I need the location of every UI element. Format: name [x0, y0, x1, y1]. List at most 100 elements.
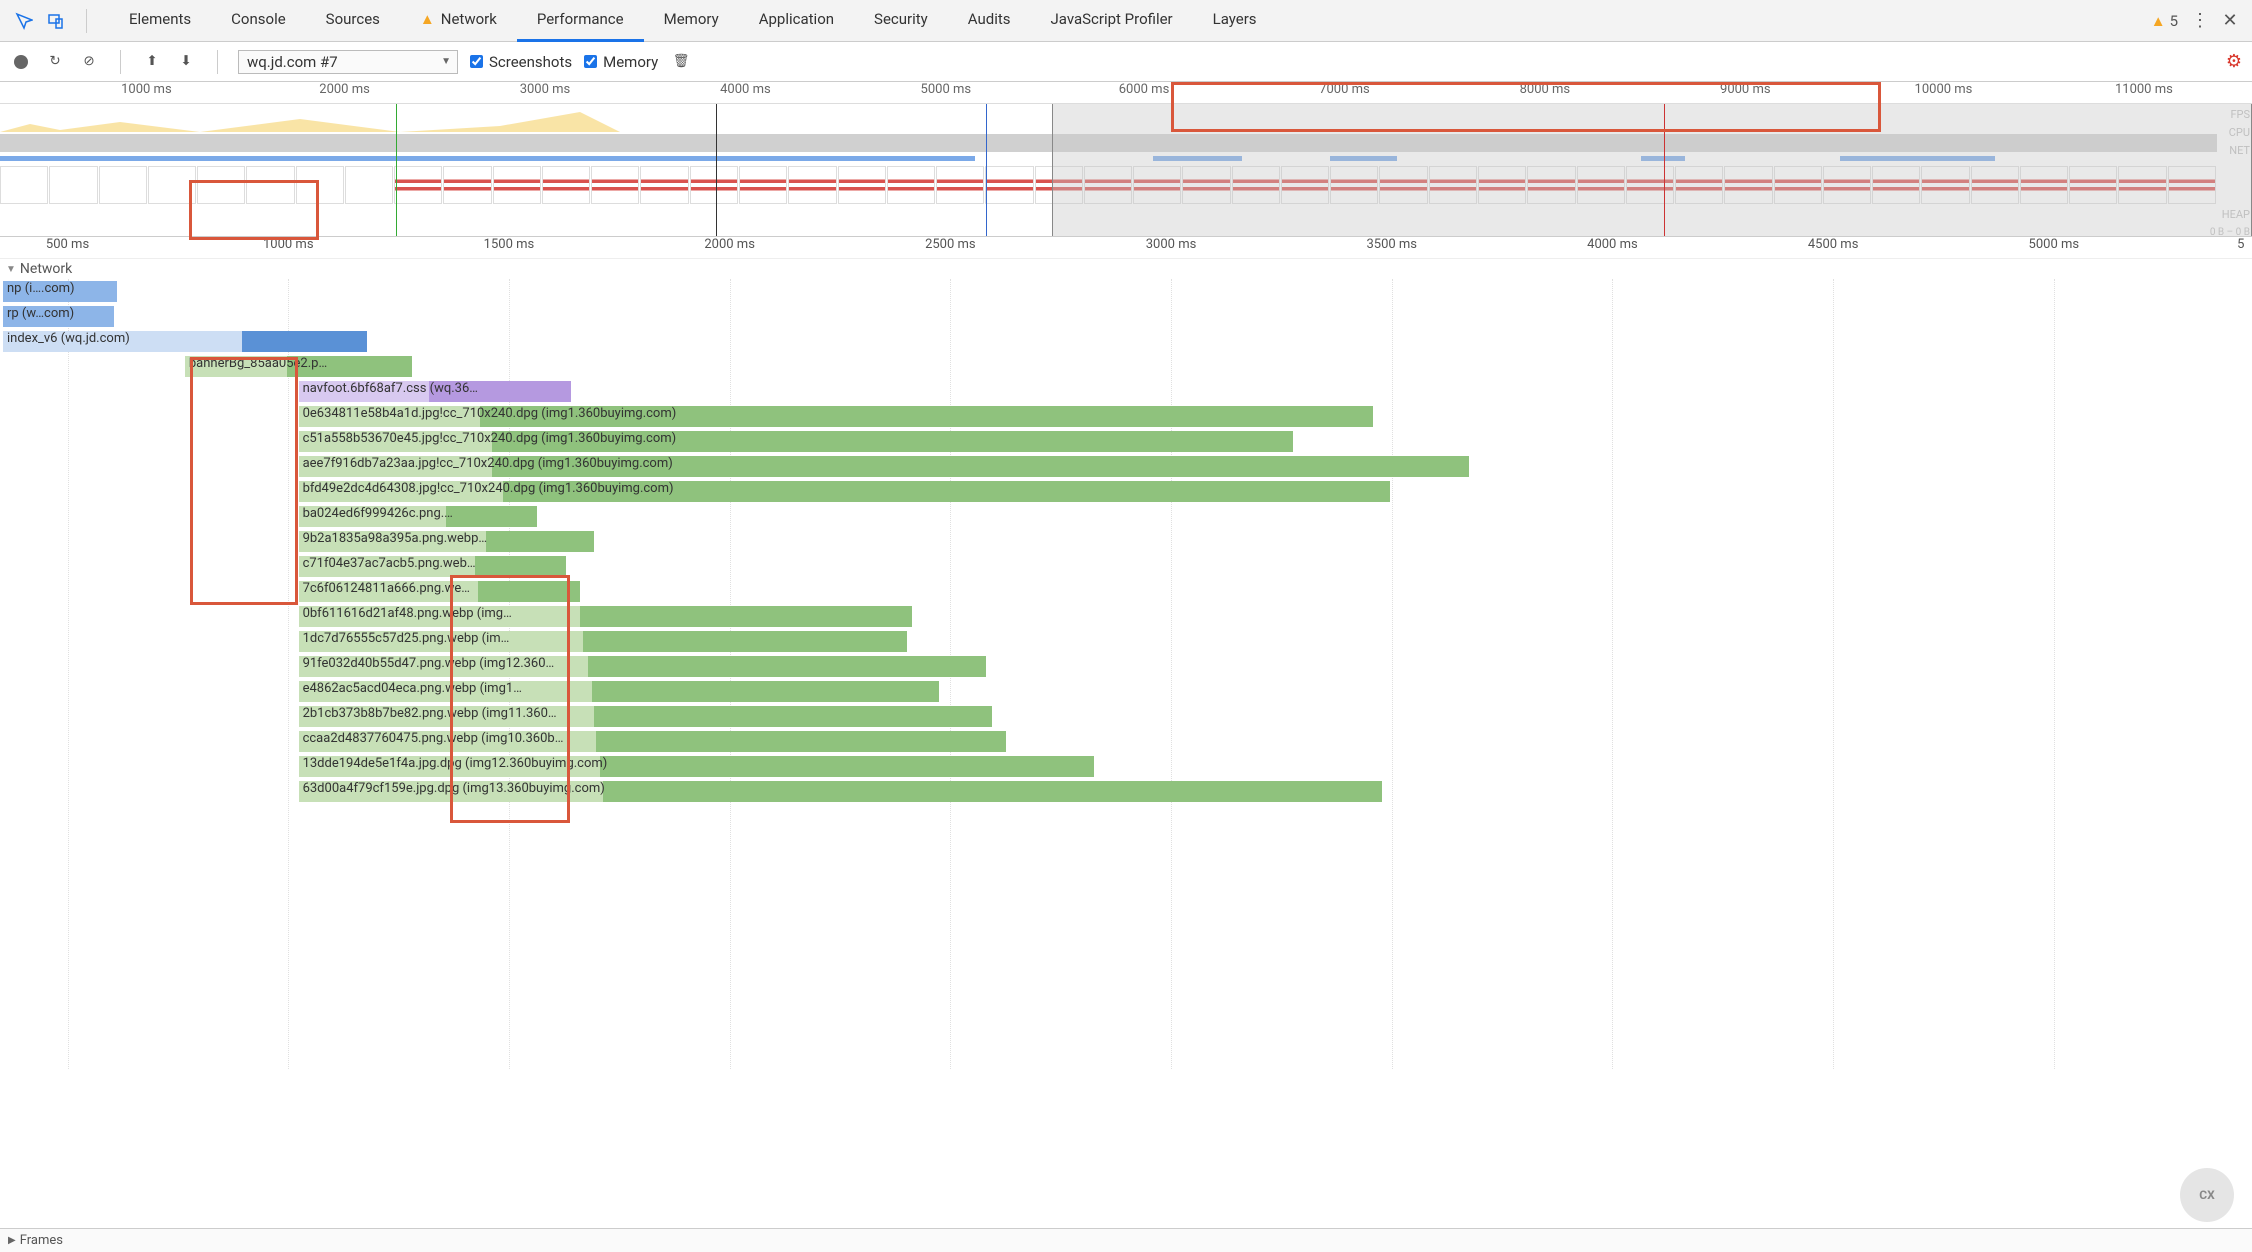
waterfall-load-bar	[287, 356, 412, 377]
waterfall-row[interactable]: navfoot.6bf68af7.css (wq.36…	[299, 379, 572, 403]
waterfall-load-bar	[242, 331, 367, 352]
waterfall-row[interactable]: c51a558b53670e45.jpg!cc_710x240.dpg (img…	[299, 429, 1294, 453]
network-panel: ▼Network np (i….com)rp (w…com)index_v6 (…	[0, 259, 2252, 1069]
waterfall-wait-bar	[299, 456, 492, 477]
tab-js-profiler[interactable]: JavaScript Profiler	[1031, 0, 1193, 42]
devtools-tab-bar: Elements Console Sources ▲Network Perfor…	[0, 0, 2252, 42]
waterfall-wait-bar	[299, 556, 475, 577]
collect-garbage-button[interactable]: 🗑	[670, 51, 692, 73]
warning-badge[interactable]: ▲5	[2151, 12, 2178, 30]
tab-audits[interactable]: Audits	[948, 0, 1031, 42]
waterfall-row[interactable]: rp (w…com)	[3, 304, 114, 328]
waterfall-load-bar	[583, 631, 907, 652]
annotation-box	[190, 357, 298, 605]
frames-section-header[interactable]: ▶Frames	[0, 1228, 2252, 1252]
waterfall-load-bar	[486, 531, 594, 552]
waterfall-load-bar	[600, 756, 1095, 777]
waterfall-row[interactable]: 91fe032d40b55d47.png.webp (img12.360…	[299, 654, 987, 678]
tab-sources[interactable]: Sources	[306, 0, 400, 42]
waterfall-row[interactable]: 1dc7d76555c57d25.png.webp (im…	[299, 629, 907, 653]
screenshots-checkbox[interactable]: Screenshots	[470, 53, 572, 71]
waterfall-row[interactable]: ba024ed6f999426c.png.…	[299, 504, 538, 528]
load-profile-button[interactable]: ⬆	[141, 51, 163, 73]
tab-strip: Elements Console Sources ▲Network Perfor…	[109, 0, 1277, 42]
tab-elements[interactable]: Elements	[109, 0, 211, 42]
waterfall-row[interactable]: 0e634811e58b4a1d.jpg!cc_710x240.dpg (img…	[299, 404, 1373, 428]
clear-button[interactable]: ⊘	[78, 51, 100, 73]
waterfall-row[interactable]: 13dde194de5e1f4a.jpg.dpg (img12.360buyim…	[299, 754, 1095, 778]
waterfall-wait-bar	[299, 406, 481, 427]
tab-memory[interactable]: Memory	[644, 0, 739, 42]
waterfall-wait-bar	[299, 531, 487, 552]
watermark: CX	[2180, 1168, 2234, 1222]
save-profile-button[interactable]: ⬇	[175, 51, 197, 73]
waterfall-load-bar	[480, 406, 1372, 427]
warning-icon: ▲	[420, 10, 435, 28]
clear-icon: ⊘	[83, 54, 94, 69]
overview-timeline[interactable]: 1000 ms 2000 ms 3000 ms 4000 ms 5000 ms …	[0, 82, 2252, 237]
waterfall-row[interactable]: 2b1cb373b8b7be82.png.webp (img11.360…	[299, 704, 992, 728]
annotation-box	[189, 180, 319, 240]
waterfall-load-bar	[446, 506, 537, 527]
waterfall-load-bar	[603, 781, 1382, 802]
waterfall-load-bar	[594, 706, 992, 727]
annotation-box	[450, 575, 570, 823]
page-dropdown[interactable]: wq.jd.com #7	[238, 50, 458, 74]
waterfall-wait-bar	[3, 331, 242, 352]
waterfall-load-bar	[492, 456, 1470, 477]
annotation-box	[1171, 82, 1881, 132]
waterfall-wait-bar	[299, 506, 447, 527]
upload-icon: ⬆	[146, 54, 157, 69]
settings-gear-icon[interactable]: ⚙	[2226, 51, 2242, 72]
reload-button[interactable]: ↻	[44, 51, 66, 73]
waterfall-row[interactable]: 9b2a1835a98a395a.png.webp…	[299, 529, 595, 553]
waterfall-load-bar	[592, 681, 939, 702]
waterfall-load-bar	[492, 431, 1293, 452]
waterfall-load-bar	[3, 281, 117, 302]
download-icon: ⬇	[180, 54, 191, 69]
inspect-icon[interactable]	[14, 11, 34, 31]
waterfall-load-bar	[503, 481, 1390, 502]
waterfall-load-bar	[429, 381, 571, 402]
waterfall-wait-bar	[299, 381, 430, 402]
tab-security[interactable]: Security	[854, 0, 948, 42]
waterfall-row[interactable]: np (i….com)	[3, 279, 117, 303]
waterfall-load-bar	[596, 731, 1005, 752]
waterfall-row[interactable]: aee7f916db7a23aa.jpg!cc_710x240.dpg (img…	[299, 454, 1470, 478]
waterfall-load-bar	[475, 556, 566, 577]
memory-checkbox[interactable]: Memory	[584, 53, 658, 71]
waterfall-row[interactable]: e4862ac5acd04eca.png.webp (img1…	[299, 679, 939, 703]
marker-line	[396, 104, 397, 236]
tab-network[interactable]: ▲Network	[400, 0, 517, 42]
device-toggle-icon[interactable]	[46, 11, 66, 31]
network-section-header[interactable]: ▼Network	[0, 259, 2252, 279]
network-waterfall[interactable]: np (i….com)rp (w…com)index_v6 (wq.jd.com…	[0, 279, 2252, 1069]
waterfall-load-bar	[580, 606, 912, 627]
waterfall-row[interactable]: ccaa2d4837760475.png.webp (img10.360b…	[299, 729, 1006, 753]
waterfall-row[interactable]: 0bf611616d21af48.png.webp (img…	[299, 604, 913, 628]
performance-toolbar: ↻ ⊘ ⬆ ⬇ wq.jd.com #7 Screenshots Memory …	[0, 42, 2252, 82]
waterfall-row[interactable]: index_v6 (wq.jd.com)	[3, 329, 367, 353]
tab-application[interactable]: Application	[739, 0, 854, 42]
marker-line	[986, 104, 987, 236]
waterfall-row[interactable]: bfd49e2dc4d64308.jpg!cc_710x240.dpg (img…	[299, 479, 1390, 503]
marker-line	[716, 104, 717, 236]
close-icon[interactable]: ✕	[2222, 13, 2238, 29]
waterfall-wait-bar	[299, 481, 504, 502]
main-ruler: 500 ms 1000 ms 1500 ms 2000 ms 2500 ms 3…	[0, 237, 2252, 259]
warning-icon: ▲	[2151, 12, 2166, 30]
kebab-menu-icon[interactable]: ⋮	[2192, 13, 2208, 29]
triangle-down-icon: ▼	[6, 264, 16, 275]
record-button[interactable]	[10, 51, 32, 73]
tab-console[interactable]: Console	[211, 0, 306, 42]
waterfall-load-bar	[588, 656, 986, 677]
waterfall-load-bar	[3, 306, 114, 327]
triangle-right-icon: ▶	[8, 1235, 16, 1246]
tab-performance[interactable]: Performance	[517, 0, 644, 42]
trash-icon: 🗑	[673, 54, 690, 69]
record-icon	[14, 55, 28, 69]
tab-layers[interactable]: Layers	[1193, 0, 1277, 42]
waterfall-wait-bar	[299, 431, 492, 452]
reload-icon: ↻	[49, 54, 60, 69]
overview-ruler: 1000 ms 2000 ms 3000 ms 4000 ms 5000 ms …	[0, 82, 2252, 104]
